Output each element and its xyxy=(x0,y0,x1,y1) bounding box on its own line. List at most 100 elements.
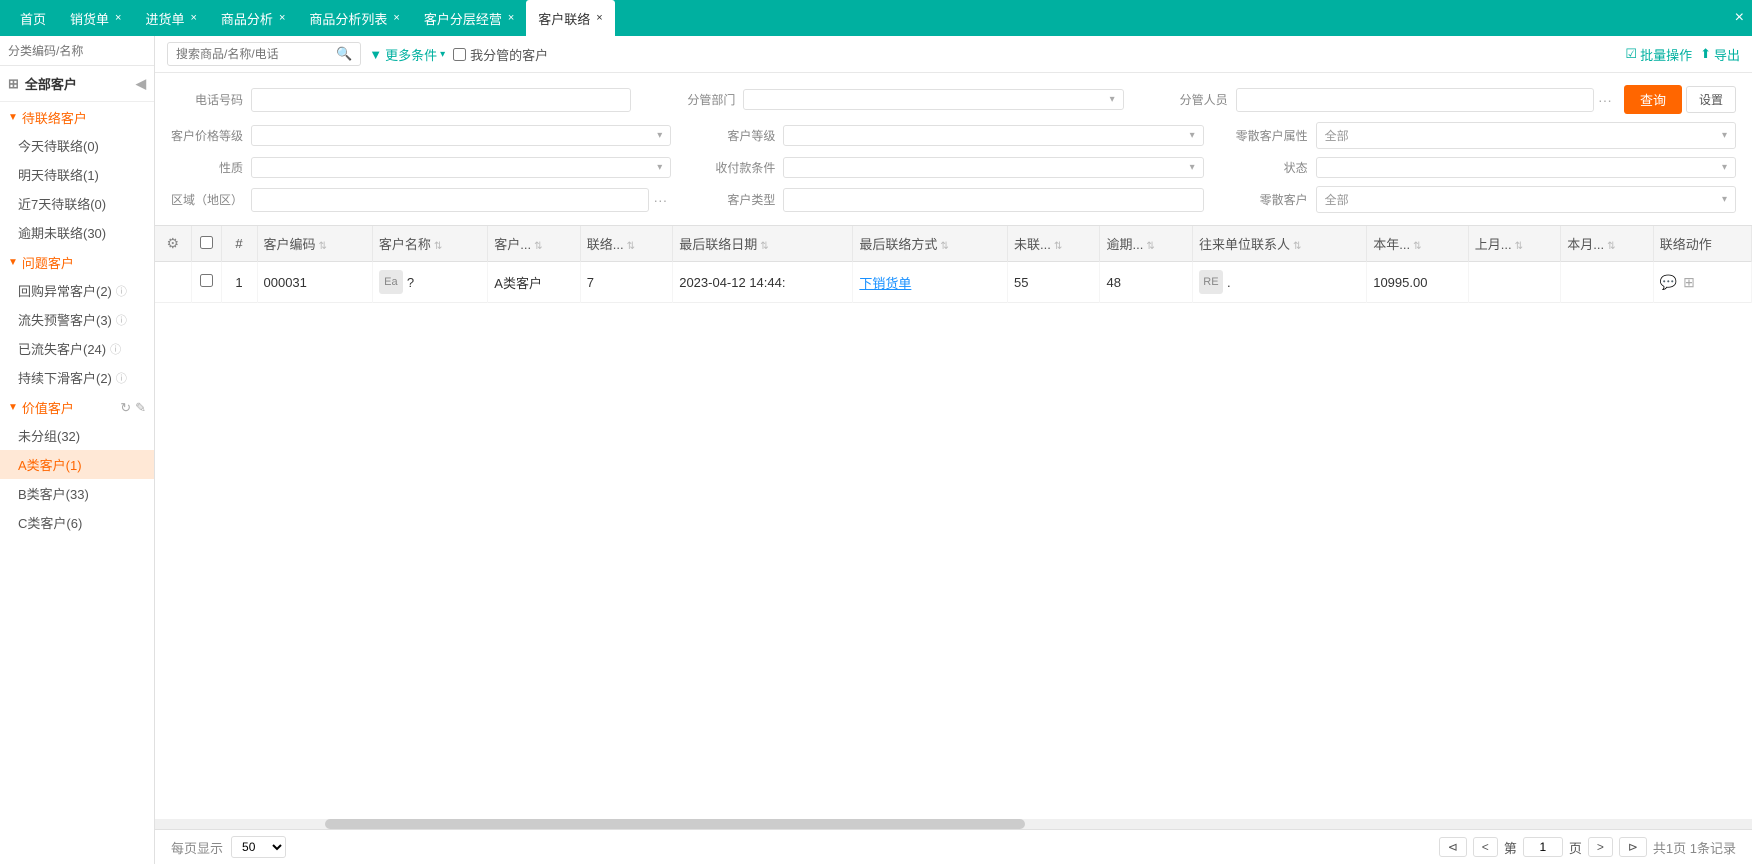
th-last-date: 最后联络日期⇅ xyxy=(673,226,853,262)
sort-method-icon[interactable]: ⇅ xyxy=(940,241,948,252)
edit-icon[interactable]: ✎ xyxy=(135,400,146,416)
nav-tab-sales[interactable]: 销货单 × xyxy=(58,0,133,36)
close-customer-contact-tab[interactable]: × xyxy=(596,12,602,24)
close-all-tabs-button[interactable]: × xyxy=(1735,9,1744,27)
page-number-input[interactable] xyxy=(1523,837,1563,857)
filter-row-4: 区域（地区） ··· 客户类型 零散客户 全部 ▾ xyxy=(171,182,1736,217)
horizontal-scrollbar[interactable] xyxy=(155,819,1752,829)
nav-tab-customer-contact[interactable]: 客户联络 × xyxy=(526,0,614,36)
last-page-button[interactable]: ⊳ xyxy=(1619,837,1647,857)
sort-overdue-icon[interactable]: ⇅ xyxy=(1146,241,1154,252)
main-search-icon[interactable]: 🔍 xyxy=(336,46,352,62)
sidebar-item-today[interactable]: 今天待联络(0) xyxy=(0,131,154,160)
status-select[interactable]: ▾ xyxy=(1316,157,1736,178)
sidebar-search-input[interactable] xyxy=(8,44,155,58)
first-page-button[interactable]: ⊲ xyxy=(1439,837,1467,857)
sidebar-item-churn-warning[interactable]: 流失预警客户(3) ⓘ xyxy=(0,305,154,334)
chat-action-icon[interactable]: 💬 xyxy=(1660,274,1677,291)
info-icon-churn-warning: ⓘ xyxy=(116,312,127,328)
sidebar-item-overdue[interactable]: 逾期未联络(30) xyxy=(0,218,154,247)
nature-select[interactable]: ▾ xyxy=(251,157,671,178)
last-method-link[interactable]: 下销货单 xyxy=(859,276,911,291)
th-overdue: 逾期...⇅ xyxy=(1100,226,1192,262)
td-type: A类客户 xyxy=(488,262,580,303)
scrollbar-thumb[interactable] xyxy=(325,819,1025,829)
next-page-button[interactable]: > xyxy=(1588,837,1613,857)
sort-date-icon[interactable]: ⇅ xyxy=(760,241,768,252)
region-input[interactable] xyxy=(251,188,649,212)
sort-tmonth-icon[interactable]: ⇅ xyxy=(1607,241,1615,252)
customer-type-input[interactable] xyxy=(783,188,1203,212)
customer-grade-select[interactable]: ▾ xyxy=(783,125,1203,146)
batch-icon: ☑ xyxy=(1625,46,1637,62)
close-sales-tab[interactable]: × xyxy=(115,12,121,24)
payment-select[interactable]: ▾ xyxy=(783,157,1203,178)
sidebar-item-7days[interactable]: 近7天待联络(0) xyxy=(0,189,154,218)
td-contact-count: 7 xyxy=(580,262,672,303)
value-section-actions: ↻ ✎ xyxy=(120,400,146,416)
sidebar-section-problem: ▼ 问题客户 xyxy=(0,247,154,276)
my-customers-checkbox[interactable] xyxy=(453,48,466,61)
advanced-filter: 电话号码 分管部门 ▾ 分管人员 ··· xyxy=(155,73,1752,226)
sort-code-icon[interactable]: ⇅ xyxy=(319,241,327,252)
sidebar-item-class-c[interactable]: C类客户(6) xyxy=(0,508,154,537)
sidebar-collapse-button[interactable]: ◀ xyxy=(136,76,146,92)
sidebar-item-class-a[interactable]: A类客户(1) xyxy=(0,450,154,479)
export-button[interactable]: ⬆ 导出 xyxy=(1700,45,1740,64)
query-button[interactable]: 查询 xyxy=(1624,85,1682,114)
main-search-input[interactable] xyxy=(176,47,336,61)
row-action-icons: 💬 ⊞ xyxy=(1660,274,1745,291)
sort-unit-icon[interactable]: ⇅ xyxy=(1293,241,1301,252)
sidebar-item-class-b[interactable]: B类客户(33) xyxy=(0,479,154,508)
nav-tab-customer-seg[interactable]: 客户分层经营 × xyxy=(412,0,526,36)
td-checkbox xyxy=(191,262,221,303)
filter-row-2: 客户价格等级 ▾ 客户等级 ▾ 零散客户属性 xyxy=(171,118,1736,153)
close-purchase-tab[interactable]: × xyxy=(190,12,196,24)
grid-action-icon[interactable]: ⊞ xyxy=(1683,274,1695,291)
sort-name-icon[interactable]: ⇅ xyxy=(434,241,442,252)
sidebar-item-unclassified[interactable]: 未分组(32) xyxy=(0,421,154,450)
sort-type-icon[interactable]: ⇅ xyxy=(534,241,542,252)
section-arrow-value: ▼ xyxy=(8,402,18,413)
batch-operations-button[interactable]: ☑ 批量操作 xyxy=(1625,45,1692,64)
region-dots[interactable]: ··· xyxy=(649,192,671,208)
select-all-checkbox[interactable] xyxy=(200,236,213,249)
page-size-select[interactable]: 50 100 xyxy=(231,836,286,858)
prev-page-button[interactable]: < xyxy=(1473,837,1498,857)
th-number: # xyxy=(221,226,257,262)
sort-lmonth-icon[interactable]: ⇅ xyxy=(1515,241,1523,252)
settings-button[interactable]: 设置 xyxy=(1686,86,1736,113)
retail-customer-select[interactable]: 全部 ▾ xyxy=(1316,186,1736,213)
top-navigation: 首页 销货单 × 进货单 × 商品分析 × 商品分析列表 × 客户分层经营 × … xyxy=(0,0,1752,36)
refresh-icon[interactable]: ↻ xyxy=(120,400,131,416)
close-goods-analysis-tab[interactable]: × xyxy=(279,12,285,24)
sort-year-icon[interactable]: ⇅ xyxy=(1413,241,1421,252)
row-checkbox[interactable] xyxy=(200,274,213,287)
th-gear[interactable]: ⚙ xyxy=(155,226,191,262)
dept-select[interactable]: ▾ xyxy=(743,89,1123,110)
more-conditions-button[interactable]: ▼ 更多条件 ▾ xyxy=(369,45,445,64)
filter-cell-manager: 分管人员 ··· xyxy=(1156,88,1616,112)
manager-dots[interactable]: ··· xyxy=(1594,92,1616,108)
sidebar-item-tomorrow[interactable]: 明天待联络(1) xyxy=(0,160,154,189)
price-grade-select[interactable]: ▾ xyxy=(251,125,671,146)
sidebar-item-abnormal-repurchase[interactable]: 回购异常客户(2) ⓘ xyxy=(0,276,154,305)
nav-tab-goods-analysis[interactable]: 商品分析 × xyxy=(209,0,297,36)
retail-attr-select[interactable]: 全部 ▾ xyxy=(1316,122,1736,149)
filter-cell-dept: 分管部门 ▾ xyxy=(663,89,1123,110)
phone-input[interactable] xyxy=(251,88,631,112)
sort-no-contact-icon[interactable]: ⇅ xyxy=(1054,241,1062,252)
sidebar-item-churned[interactable]: 已流失客户(24) ⓘ xyxy=(0,334,154,363)
close-customer-seg-tab[interactable]: × xyxy=(508,12,514,24)
page-size-container: 每页显示 50 100 xyxy=(171,836,286,858)
sort-contact-icon[interactable]: ⇅ xyxy=(627,241,635,252)
nav-tab-goods-analysis-list[interactable]: 商品分析列表 × xyxy=(297,0,411,36)
manager-input[interactable] xyxy=(1236,88,1594,112)
nav-tab-home[interactable]: 首页 xyxy=(8,0,58,36)
sidebar-item-declining[interactable]: 持续下滑客户(2) ⓘ xyxy=(0,363,154,392)
payment-arrow: ▾ xyxy=(1190,162,1195,173)
td-last-method: 下销货单 xyxy=(853,262,1008,303)
nav-tab-purchase[interactable]: 进货单 × xyxy=(133,0,208,36)
settings-gear-icon[interactable]: ⚙ xyxy=(166,235,179,251)
close-goods-analysis-list-tab[interactable]: × xyxy=(393,12,399,24)
